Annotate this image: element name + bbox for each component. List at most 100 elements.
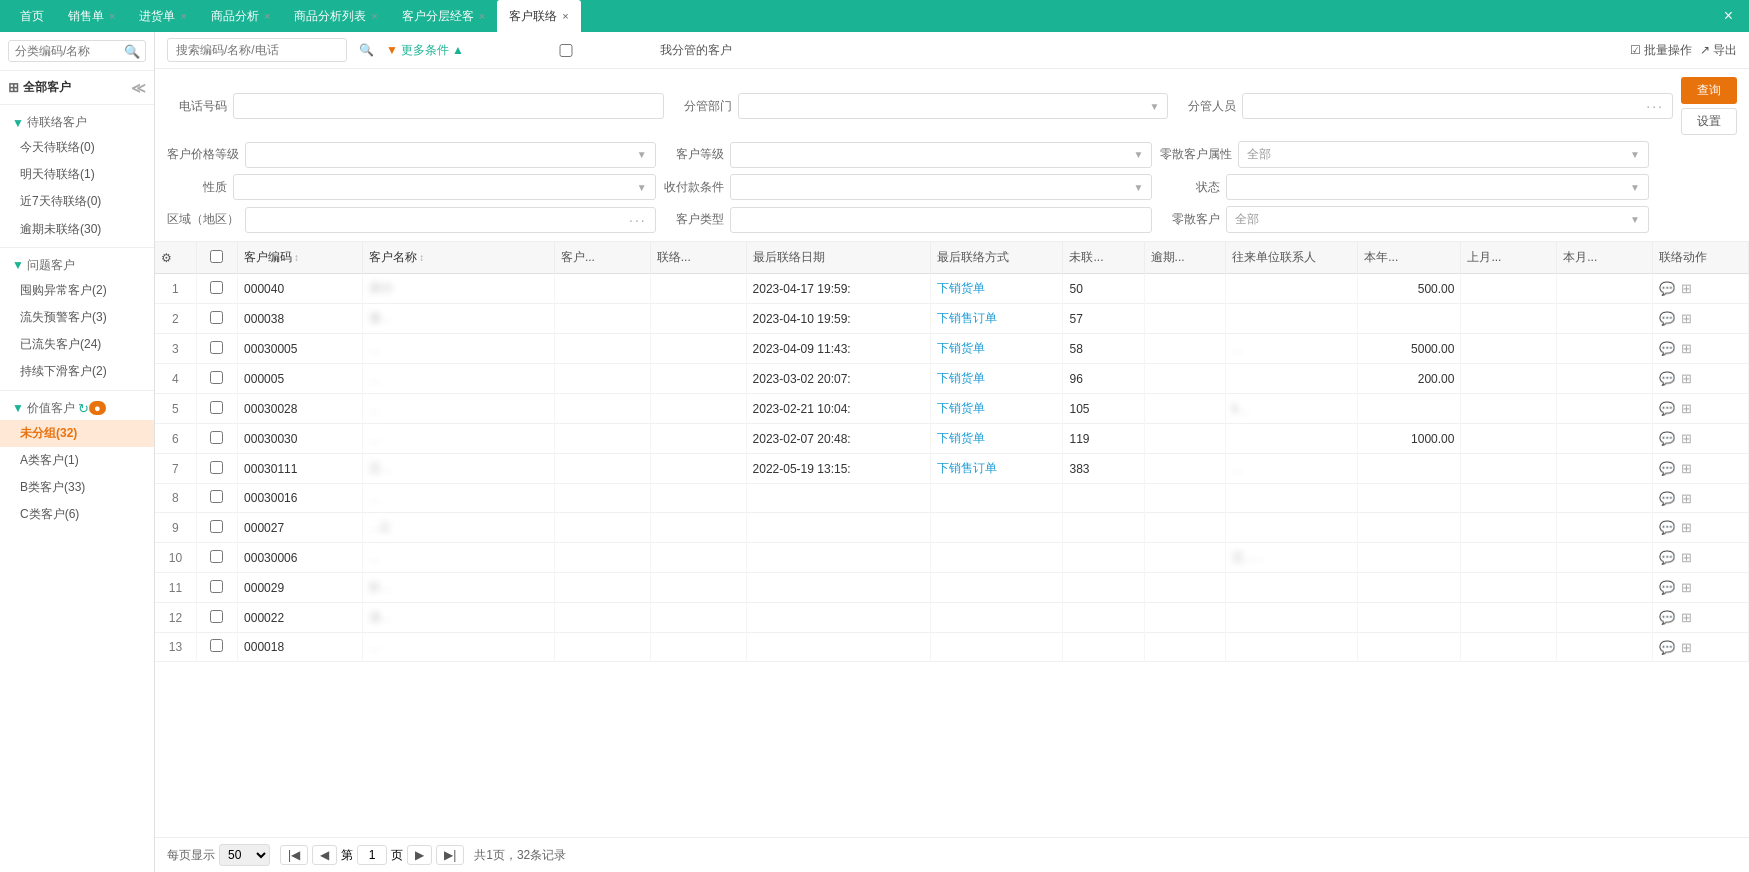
cell-check[interactable] [196, 513, 237, 543]
message-icon[interactable]: 💬 [1659, 281, 1675, 296]
message-icon[interactable]: 💬 [1659, 610, 1675, 625]
status-select[interactable]: ▼ [1226, 174, 1649, 200]
sidebar-item-group-c[interactable]: C类客户(6) [0, 501, 154, 528]
sidebar-item-ungroup[interactable]: 未分组(32) [0, 420, 154, 447]
tab-home[interactable]: 首页 [8, 0, 56, 32]
sidebar-item-group-b[interactable]: B类客户(33) [0, 474, 154, 501]
tab-customer-contact[interactable]: 客户联络 × [497, 0, 580, 32]
message-icon[interactable]: 💬 [1659, 640, 1675, 655]
sidebar-item-churn-warning[interactable]: 流失预警客户(3) [0, 304, 154, 331]
grid-action-icon[interactable]: ⊞ [1681, 550, 1692, 565]
sidebar-item-tomorrow[interactable]: 明天待联络(1) [0, 161, 154, 188]
prev-page-button[interactable]: ◀ [312, 845, 337, 865]
grid-action-icon[interactable]: ⊞ [1681, 311, 1692, 326]
th-settings[interactable]: ⚙ [155, 242, 196, 274]
row-checkbox[interactable] [210, 371, 223, 384]
my-customers-checkbox-label[interactable]: 我分管的客户 [476, 42, 732, 59]
th-name[interactable]: 客户名称↕ [363, 242, 555, 274]
message-icon[interactable]: 💬 [1659, 311, 1675, 326]
last-page-button[interactable]: ▶| [436, 845, 464, 865]
close-tab-goods-analysis-list[interactable]: × [371, 10, 377, 22]
close-tab-purchase[interactable]: × [180, 10, 186, 22]
grid-action-icon[interactable]: ⊞ [1681, 281, 1692, 296]
grid-action-icon[interactable]: ⊞ [1681, 401, 1692, 416]
cell-check[interactable] [196, 274, 237, 304]
sidebar-item-week[interactable]: 近7天待联络(0) [0, 188, 154, 215]
cell-check[interactable] [196, 334, 237, 364]
select-all-checkbox[interactable] [210, 250, 223, 263]
per-page-select[interactable]: 50 100 200 [219, 844, 270, 866]
customer-level-select[interactable]: ▼ [730, 142, 1153, 168]
all-customers-header[interactable]: ⊞ 全部客户 ≪ [0, 71, 154, 100]
row-checkbox[interactable] [210, 401, 223, 414]
cell-check[interactable] [196, 603, 237, 633]
nature-select[interactable]: ▼ [233, 174, 656, 200]
cell-check[interactable] [196, 304, 237, 334]
search-icon[interactable]: 🔍 [359, 43, 374, 57]
message-icon[interactable]: 💬 [1659, 371, 1675, 386]
refresh-icon[interactable]: ↻ [78, 401, 89, 416]
price-level-select[interactable]: ▼ [245, 142, 656, 168]
reset-button[interactable]: 设置 [1681, 108, 1737, 135]
my-customers-checkbox[interactable] [476, 44, 656, 57]
cell-check[interactable] [196, 394, 237, 424]
message-icon[interactable]: 💬 [1659, 550, 1675, 565]
region-select[interactable]: ··· [245, 207, 656, 233]
retail-attr-select[interactable]: 全部▼ [1238, 141, 1649, 168]
message-icon[interactable]: 💬 [1659, 520, 1675, 535]
last-way-link[interactable]: 下销货单 [937, 401, 985, 415]
sidebar-item-group-a[interactable]: A类客户(1) [0, 447, 154, 474]
tab-goods-analysis[interactable]: 商品分析 × [199, 0, 282, 32]
grid-action-icon[interactable]: ⊞ [1681, 610, 1692, 625]
next-page-button[interactable]: ▶ [407, 845, 432, 865]
close-tab-customer-segment[interactable]: × [479, 10, 485, 22]
message-icon[interactable]: 💬 [1659, 341, 1675, 356]
last-way-link[interactable]: 下销货单 [937, 371, 985, 385]
row-checkbox[interactable] [210, 639, 223, 652]
grid-action-icon[interactable]: ⊞ [1681, 491, 1692, 506]
cell-check[interactable] [196, 424, 237, 454]
cell-check[interactable] [196, 364, 237, 394]
row-checkbox[interactable] [210, 550, 223, 563]
batch-ops-button[interactable]: ☑ 批量操作 [1630, 42, 1692, 59]
payment-select[interactable]: ▼ [730, 174, 1153, 200]
th-code[interactable]: 客户编码↕ [238, 242, 363, 274]
sidebar-item-today[interactable]: 今天待联络(0) [0, 134, 154, 161]
message-icon[interactable]: 💬 [1659, 461, 1675, 476]
more-conditions-button[interactable]: ▼ 更多条件 ▲ [386, 42, 464, 59]
cell-check[interactable] [196, 484, 237, 513]
close-tab-sales[interactable]: × [109, 10, 115, 22]
tab-sales[interactable]: 销售单 × [56, 0, 127, 32]
message-icon[interactable]: 💬 [1659, 491, 1675, 506]
last-way-link[interactable]: 下销售订单 [937, 311, 997, 325]
message-icon[interactable]: 💬 [1659, 431, 1675, 446]
row-checkbox[interactable] [210, 580, 223, 593]
message-icon[interactable]: 💬 [1659, 580, 1675, 595]
tab-purchase[interactable]: 进货单 × [127, 0, 198, 32]
retail-customer-select[interactable]: 全部▼ [1226, 206, 1649, 233]
sidebar-item-overdue[interactable]: 逾期未联络(30) [0, 216, 154, 243]
close-tab-customer-contact[interactable]: × [562, 10, 568, 22]
dept-select[interactable]: ▼ [738, 93, 1169, 119]
cell-check[interactable] [196, 543, 237, 573]
close-tab-goods-analysis[interactable]: × [264, 10, 270, 22]
cell-check[interactable] [196, 573, 237, 603]
page-number-input[interactable] [357, 845, 387, 865]
row-checkbox[interactable] [210, 520, 223, 533]
query-button[interactable]: 查询 [1681, 77, 1737, 104]
last-way-link[interactable]: 下销货单 [937, 341, 985, 355]
first-page-button[interactable]: |◀ [280, 845, 308, 865]
th-checkbox[interactable] [196, 242, 237, 274]
grid-action-icon[interactable]: ⊞ [1681, 520, 1692, 535]
grid-action-icon[interactable]: ⊞ [1681, 640, 1692, 655]
row-checkbox[interactable] [210, 281, 223, 294]
customer-type-input[interactable] [730, 207, 1153, 233]
row-checkbox[interactable] [210, 431, 223, 444]
last-way-link[interactable]: 下销货单 [937, 431, 985, 445]
last-way-link[interactable]: 下销货单 [937, 281, 985, 295]
grid-action-icon[interactable]: ⊞ [1681, 341, 1692, 356]
last-way-link[interactable]: 下销售订单 [937, 461, 997, 475]
phone-input[interactable] [233, 93, 664, 119]
grid-action-icon[interactable]: ⊞ [1681, 461, 1692, 476]
message-icon[interactable]: 💬 [1659, 401, 1675, 416]
